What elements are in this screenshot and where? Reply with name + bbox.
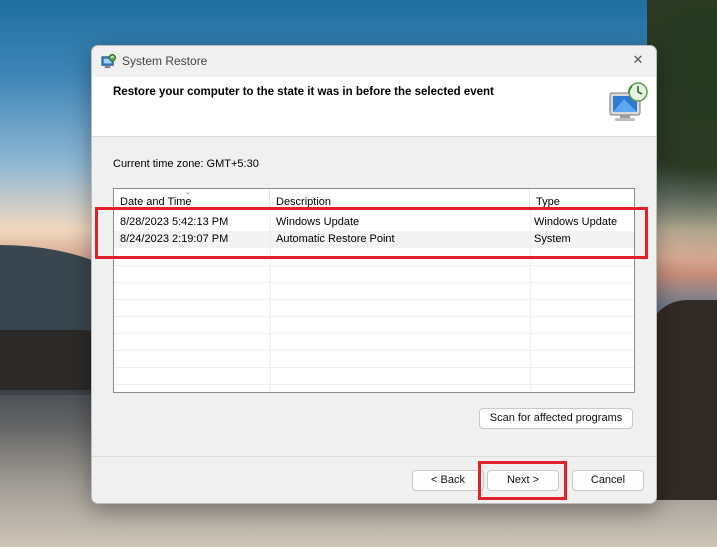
cancel-button[interactable]: Cancel	[572, 470, 644, 491]
footer-separator	[92, 456, 656, 457]
restore-computer-icon	[609, 82, 648, 121]
grid-divider	[114, 299, 634, 300]
grid-divider	[114, 384, 634, 385]
back-button[interactable]: < Back	[412, 470, 484, 491]
grid-divider	[114, 265, 634, 266]
close-button[interactable]: ✕	[626, 50, 650, 72]
grid-divider	[114, 367, 634, 368]
scan-affected-programs-button[interactable]: Scan for affected programs	[479, 408, 633, 429]
timezone-label: Current time zone: GMT+5:30	[113, 158, 259, 170]
title-bar[interactable]: System Restore ✕	[92, 46, 656, 76]
system-restore-dialog: System Restore ✕ Restore your computer t…	[91, 45, 657, 504]
grid-divider	[114, 282, 634, 283]
desktop-palm	[647, 0, 717, 320]
window-title: System Restore	[122, 54, 208, 68]
desktop-shore	[647, 300, 717, 500]
system-restore-icon	[101, 54, 116, 69]
grid-divider	[114, 350, 634, 351]
column-header-date[interactable]: Date and Time ⌄	[114, 189, 270, 209]
column-header-description[interactable]: Description	[270, 189, 530, 209]
header-band: Restore your computer to the state it wa…	[92, 77, 656, 137]
close-icon: ✕	[632, 53, 644, 68]
column-header-type[interactable]: Type	[530, 189, 634, 209]
sort-down-icon: ⌄	[185, 189, 191, 196]
grid-divider	[114, 316, 634, 317]
header-instruction: Restore your computer to the state it wa…	[113, 86, 494, 98]
next-button-highlight	[478, 461, 567, 500]
grid-divider	[114, 333, 634, 334]
restore-points-highlight	[95, 207, 648, 259]
